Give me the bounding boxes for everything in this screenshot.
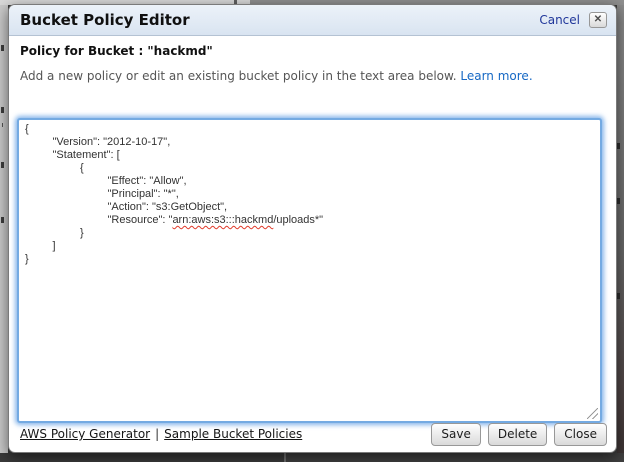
policy-line-resource: "Resource": "arn:aws:s3:::hackmd/uploads… — [25, 214, 594, 227]
page-behind-left — [0, 5, 8, 454]
bucket-policy-heading: Policy for Bucket : "hackmd" — [20, 44, 605, 58]
resize-handle-icon[interactable] — [587, 408, 598, 419]
policy-line: "Action": "s3:GetObject", — [25, 201, 594, 214]
page-behind-right — [617, 5, 624, 454]
sample-bucket-policies-link[interactable]: Sample Bucket Policies — [164, 427, 302, 441]
dialog-titlebar: Bucket Policy Editor Cancel ✕ — [9, 5, 616, 36]
policy-line: } — [25, 253, 594, 266]
background-text-fragment — [617, 143, 620, 149]
policy-line: { — [25, 123, 594, 136]
learn-more-link[interactable]: Learn more. — [460, 69, 532, 83]
policy-line: } — [25, 227, 594, 240]
aws-policy-generator-link[interactable]: AWS Policy Generator — [20, 427, 150, 441]
policy-line: ] — [25, 240, 594, 253]
cancel-link[interactable]: Cancel — [539, 13, 580, 27]
policy-line: "Statement": [ — [25, 149, 594, 162]
bucket-policy-editor-dialog: Bucket Policy Editor Cancel ✕ Policy for… — [8, 4, 617, 453]
save-button[interactable]: Save — [431, 423, 480, 446]
policy-line: "Principal": "*", — [25, 188, 594, 201]
policy-line: "Version": "2012-10-17", — [25, 136, 594, 149]
dialog-footer: AWS Policy Generator | Sample Bucket Pol… — [20, 422, 607, 446]
dialog-description: Add a new policy or edit an existing buc… — [20, 69, 605, 83]
resource-arn-misspelled: arn:aws:s3:::hackmd — [172, 214, 273, 226]
dialog-title: Bucket Policy Editor — [20, 11, 190, 29]
policy-line: "Effect": "Allow", — [25, 175, 594, 188]
dialog-body: Policy for Bucket : "hackmd" Add a new p… — [9, 36, 616, 83]
page-behind-bottom — [0, 453, 624, 462]
resource-suffix: /uploads*" — [273, 214, 323, 226]
close-icon[interactable]: ✕ — [589, 12, 607, 28]
policy-textarea[interactable]: { "Version": "2012-10-17", "Statement": … — [17, 118, 602, 423]
resource-prefix: "Resource": " — [25, 214, 172, 226]
policy-line: { — [25, 162, 594, 175]
description-text: Add a new policy or edit an existing buc… — [20, 69, 457, 83]
background-text-fragment — [1, 45, 4, 51]
link-separator: | — [155, 427, 159, 441]
delete-button[interactable]: Delete — [488, 423, 547, 446]
close-button[interactable]: Close — [554, 423, 607, 446]
